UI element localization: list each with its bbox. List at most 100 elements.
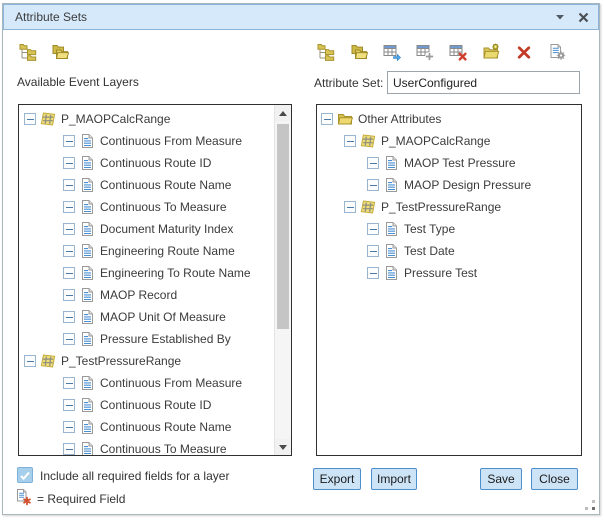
field-icon bbox=[79, 199, 95, 215]
vertical-scrollbar[interactable] bbox=[274, 105, 291, 455]
tree-item-label: Other Attributes bbox=[358, 112, 441, 126]
collapse-icon[interactable] bbox=[344, 135, 356, 147]
tree-item[interactable]: Engineering Route Name bbox=[19, 240, 274, 262]
include-required-fields-checkbox[interactable] bbox=[17, 467, 33, 483]
window-title: Attribute Sets bbox=[4, 10, 87, 24]
field-icon bbox=[79, 331, 95, 347]
tree-item[interactable]: Continuous From Measure bbox=[19, 372, 274, 394]
tree-item[interactable]: Continuous To Measure bbox=[19, 196, 274, 218]
field-icon bbox=[79, 375, 95, 391]
collapse-icon[interactable] bbox=[63, 421, 75, 433]
collapse-icon[interactable] bbox=[63, 223, 75, 235]
tree-item[interactable]: Continuous From Measure bbox=[19, 130, 274, 152]
tree-item[interactable]: Continuous Route ID bbox=[19, 394, 274, 416]
field-icon bbox=[79, 441, 95, 455]
collapse-icon[interactable] bbox=[321, 113, 333, 125]
tree-item[interactable]: Other Attributes bbox=[317, 108, 581, 130]
tree-item[interactable]: Continuous To Measure bbox=[19, 438, 274, 455]
tree-item[interactable]: Pressure Established By bbox=[19, 328, 274, 350]
collapse-icon[interactable] bbox=[24, 355, 36, 367]
collapse-icon[interactable] bbox=[63, 135, 75, 147]
scroll-up-icon[interactable] bbox=[275, 105, 291, 121]
collapse-icon[interactable] bbox=[24, 113, 36, 125]
left-toolbar bbox=[19, 43, 69, 61]
field-icon bbox=[79, 133, 95, 149]
collapse-icon[interactable] bbox=[63, 333, 75, 345]
scrollbar-thumb[interactable] bbox=[277, 124, 289, 329]
tree-item-label: P_TestPressureRange bbox=[61, 354, 181, 368]
resize-grip-icon[interactable] bbox=[585, 500, 595, 510]
import-button[interactable]: Import bbox=[371, 468, 417, 490]
collapse-icon[interactable] bbox=[63, 267, 75, 279]
folder-gear-icon[interactable] bbox=[482, 43, 500, 61]
layer-tree-icon[interactable] bbox=[19, 43, 37, 61]
field-icon bbox=[79, 287, 95, 303]
tree-item[interactable]: Engineering To Route Name bbox=[19, 262, 274, 284]
collapse-icon[interactable] bbox=[63, 443, 75, 455]
tree-item-label: Test Type bbox=[404, 222, 455, 236]
folder-icon bbox=[337, 111, 353, 127]
attribute-set-tree-panel: Other Attributes P_MAOPCalcRange MAOP Test… bbox=[316, 104, 582, 456]
table-remove-icon[interactable] bbox=[449, 43, 467, 61]
tree-item-label: Continuous To Measure bbox=[100, 442, 227, 455]
table-export-icon[interactable] bbox=[383, 43, 401, 61]
tree-item[interactable]: Pressure Test bbox=[317, 262, 581, 284]
field-icon bbox=[79, 177, 95, 193]
collapse-icon[interactable] bbox=[63, 289, 75, 301]
tree-item[interactable]: P_TestPressureRange bbox=[317, 196, 581, 218]
tree-item-label: Document Maturity Index bbox=[100, 222, 233, 236]
open-folders-icon[interactable] bbox=[350, 43, 368, 61]
route-layer-icon bbox=[360, 133, 376, 149]
window-menu-icon[interactable] bbox=[553, 10, 567, 24]
collapse-icon[interactable] bbox=[63, 157, 75, 169]
tree-item[interactable]: P_MAOPCalcRange bbox=[19, 108, 274, 130]
close-button[interactable]: Close bbox=[531, 468, 578, 490]
close-icon[interactable] bbox=[576, 10, 590, 24]
collapse-icon[interactable] bbox=[344, 201, 356, 213]
delete-icon[interactable] bbox=[515, 43, 533, 61]
tree-item[interactable]: Document Maturity Index bbox=[19, 218, 274, 240]
table-add-icon[interactable] bbox=[416, 43, 434, 61]
scroll-down-icon[interactable] bbox=[275, 439, 291, 455]
collapse-icon[interactable] bbox=[63, 377, 75, 389]
tree-item[interactable]: P_TestPressureRange bbox=[19, 350, 274, 372]
collapse-icon[interactable] bbox=[63, 311, 75, 323]
tree-item-label: Continuous Route ID bbox=[100, 156, 211, 170]
tree-item-label: Continuous Route Name bbox=[100, 420, 231, 434]
collapse-icon[interactable] bbox=[367, 179, 379, 191]
tree-item-label: MAOP Design Pressure bbox=[404, 178, 531, 192]
titlebar[interactable]: Attribute Sets bbox=[3, 4, 599, 30]
collapse-icon[interactable] bbox=[367, 157, 379, 169]
attribute-set-dropdown[interactable]: UserConfigured bbox=[387, 71, 580, 94]
collapse-icon[interactable] bbox=[367, 245, 379, 257]
collapse-icon[interactable] bbox=[63, 179, 75, 191]
tree-item[interactable]: Continuous Route ID bbox=[19, 152, 274, 174]
collapse-icon[interactable] bbox=[63, 245, 75, 257]
open-folders-icon[interactable] bbox=[51, 43, 69, 61]
available-layers-tree-panel: P_MAOPCalcRangeContinuous From MeasureCo… bbox=[18, 104, 292, 456]
tree-item[interactable]: Continuous Route Name bbox=[19, 174, 274, 196]
tree-item[interactable]: MAOP Record bbox=[19, 284, 274, 306]
collapse-icon[interactable] bbox=[63, 201, 75, 213]
tree-item[interactable]: MAOP Design Pressure bbox=[317, 174, 581, 196]
attribute-set-label: Attribute Set: bbox=[314, 76, 383, 90]
field-icon bbox=[383, 221, 399, 237]
tree-item-label: Continuous Route ID bbox=[100, 398, 211, 412]
tree-item[interactable]: Continuous Route Name bbox=[19, 416, 274, 438]
tree-item-label: P_MAOPCalcRange bbox=[381, 134, 490, 148]
tree-item[interactable]: MAOP Test Pressure bbox=[317, 152, 581, 174]
field-icon bbox=[383, 265, 399, 281]
tree-item[interactable]: MAOP Unit Of Measure bbox=[19, 306, 274, 328]
available-event-layers-label: Available Event Layers bbox=[17, 75, 139, 89]
export-button[interactable]: Export bbox=[313, 468, 361, 490]
collapse-icon[interactable] bbox=[367, 267, 379, 279]
layer-tree-icon[interactable] bbox=[317, 43, 335, 61]
tree-item[interactable]: Test Date bbox=[317, 240, 581, 262]
collapse-icon[interactable] bbox=[63, 399, 75, 411]
tree-item[interactable]: P_MAOPCalcRange bbox=[317, 130, 581, 152]
tree-item[interactable]: Test Type bbox=[317, 218, 581, 240]
field-icon bbox=[383, 177, 399, 193]
document-gear-icon[interactable] bbox=[548, 43, 566, 61]
collapse-icon[interactable] bbox=[367, 223, 379, 235]
save-button[interactable]: Save bbox=[480, 468, 522, 490]
